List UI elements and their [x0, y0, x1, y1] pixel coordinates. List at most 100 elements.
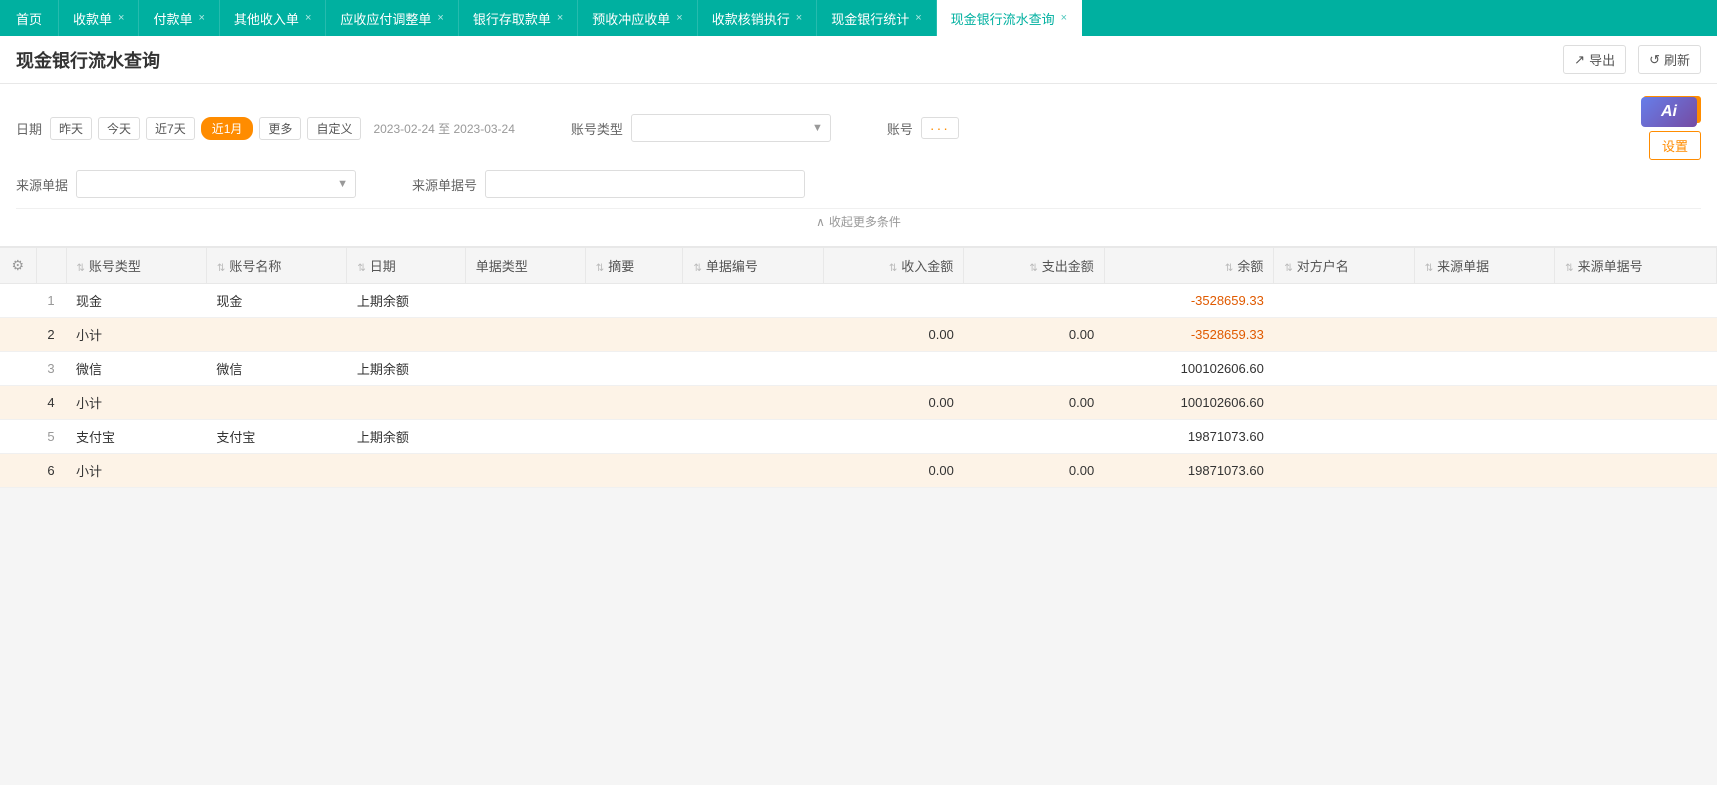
- th-expense[interactable]: ⇅支出金额: [964, 248, 1104, 284]
- row-number: 1: [36, 284, 66, 318]
- nav-home[interactable]: 首页: [0, 0, 59, 36]
- close-icon[interactable]: ×: [557, 12, 563, 24]
- table-header-row: ⚙ ⇅账号类型 ⇅账号名称 ⇅日期 单据类型 ⇅摘要 ⇅单据编号 ⇅收入金额 ⇅…: [0, 248, 1717, 284]
- account-group: 账号 ···: [887, 117, 959, 139]
- nav-tab-6[interactable]: 收款核销执行 ×: [698, 0, 817, 36]
- close-icon[interactable]: ×: [796, 12, 802, 24]
- date-btn-today[interactable]: 今天: [98, 117, 140, 140]
- th-counterpart[interactable]: ⇅对方户名: [1274, 248, 1414, 284]
- nav-tab-0[interactable]: 收款单 ×: [59, 0, 139, 36]
- export-button[interactable]: ↗ 导出: [1563, 45, 1626, 74]
- balance-cell: 19871073.60: [1104, 454, 1274, 488]
- income-cell: 0.00: [823, 386, 963, 420]
- doc-type-cell: [465, 386, 585, 420]
- nav-tab-5[interactable]: 预收冲应收单 ×: [578, 0, 697, 36]
- account-type-cell: 现金: [66, 284, 206, 318]
- date-cell: 上期余额: [347, 352, 465, 386]
- close-icon[interactable]: ×: [305, 12, 311, 24]
- table-row: 2小计0.000.00-3528659.33: [0, 318, 1717, 352]
- nav-tab-3[interactable]: 应收应付调整单 ×: [326, 0, 458, 36]
- nav-tab-7[interactable]: 现金银行统计 ×: [817, 0, 936, 36]
- nav-tab-4[interactable]: 银行存取款单 ×: [459, 0, 578, 36]
- date-btn-1month[interactable]: 近1月: [201, 117, 254, 140]
- expense-cell: [964, 352, 1104, 386]
- close-icon[interactable]: ×: [198, 12, 204, 24]
- th-source-doc[interactable]: ⇅来源单据: [1414, 248, 1554, 284]
- row-number: 4: [36, 386, 66, 420]
- ai-badge[interactable]: Ai: [1641, 97, 1697, 127]
- expense-cell: [964, 284, 1104, 318]
- source-doc-select[interactable]: [76, 170, 356, 198]
- summary-cell: [585, 454, 683, 488]
- close-icon[interactable]: ×: [437, 12, 443, 24]
- source-doc-cell: [1414, 318, 1554, 352]
- source-doc-num-group: 来源单据号: [412, 170, 805, 198]
- nav-tab-1[interactable]: 付款单 ×: [139, 0, 219, 36]
- th-balance[interactable]: ⇅余额: [1104, 248, 1274, 284]
- th-summary[interactable]: ⇅摘要: [585, 248, 683, 284]
- date-cell: [347, 386, 465, 420]
- th-account-name[interactable]: ⇅账号名称: [206, 248, 346, 284]
- date-range-text: 2023-02-24 至 2023-03-24: [373, 120, 514, 137]
- close-icon[interactable]: ×: [676, 12, 682, 24]
- date-btn-more[interactable]: 更多: [259, 117, 301, 140]
- data-table: ⚙ ⇅账号类型 ⇅账号名称 ⇅日期 单据类型 ⇅摘要 ⇅单据编号 ⇅收入金额 ⇅…: [0, 247, 1717, 488]
- doc-no-cell: [683, 352, 823, 386]
- th-doc-no[interactable]: ⇅单据编号: [683, 248, 823, 284]
- account-name-cell: [206, 318, 346, 352]
- data-table-container: ⚙ ⇅账号类型 ⇅账号名称 ⇅日期 单据类型 ⇅摘要 ⇅单据编号 ⇅收入金额 ⇅…: [0, 247, 1717, 488]
- source-doc-num-label: 来源单据号: [412, 175, 477, 194]
- row-number: 2: [36, 318, 66, 352]
- doc-no-cell: [683, 318, 823, 352]
- account-type-cell: 支付宝: [66, 420, 206, 454]
- filter-row-2: 来源单据 ▼ 来源单据号: [16, 170, 1701, 198]
- date-btn-yesterday[interactable]: 昨天: [50, 117, 92, 140]
- account-name-cell: 支付宝: [206, 420, 346, 454]
- gear-icon[interactable]: ⚙: [11, 257, 24, 273]
- account-type-cell: 小计: [66, 454, 206, 488]
- nav-tab-2[interactable]: 其他收入单 ×: [220, 0, 326, 36]
- source-doc-no-cell: [1555, 352, 1717, 386]
- row-number: 3: [36, 352, 66, 386]
- account-type-select[interactable]: [631, 114, 831, 142]
- refresh-button[interactable]: ↺ 刷新: [1638, 45, 1701, 74]
- date-btn-7days[interactable]: 近7天: [146, 117, 195, 140]
- account-name-cell: [206, 386, 346, 420]
- close-icon[interactable]: ×: [1061, 12, 1067, 24]
- table-row: 3微信微信上期余额100102606.60: [0, 352, 1717, 386]
- settings-button[interactable]: 设置: [1649, 131, 1701, 160]
- th-source-doc-no[interactable]: ⇅来源单据号: [1555, 248, 1717, 284]
- summary-cell: [585, 284, 683, 318]
- expense-cell: 0.00: [964, 318, 1104, 352]
- source-doc-no-cell: [1555, 318, 1717, 352]
- date-btn-custom[interactable]: 自定义: [307, 117, 361, 140]
- date-cell: 上期余额: [347, 420, 465, 454]
- doc-type-cell: [465, 352, 585, 386]
- nav-tab-8[interactable]: 现金银行流水查询 ×: [937, 0, 1082, 36]
- income-cell: 0.00: [823, 454, 963, 488]
- account-name-cell: 微信: [206, 352, 346, 386]
- th-income[interactable]: ⇅收入金额: [823, 248, 963, 284]
- sort-icon: ⇅: [596, 263, 604, 274]
- counterpart-cell: [1274, 352, 1414, 386]
- row-number: 6: [36, 454, 66, 488]
- doc-type-cell: [465, 284, 585, 318]
- th-account-type[interactable]: ⇅账号类型: [66, 248, 206, 284]
- balance-cell: 19871073.60: [1104, 420, 1274, 454]
- close-icon[interactable]: ×: [118, 12, 124, 24]
- source-doc-cell: [1414, 284, 1554, 318]
- table-body: 1现金现金上期余额-3528659.332小计0.000.00-3528659.…: [0, 284, 1717, 488]
- source-doc-num-input[interactable]: [485, 170, 805, 198]
- account-ellipsis-button[interactable]: ···: [921, 117, 959, 139]
- close-icon[interactable]: ×: [915, 12, 921, 24]
- date-label: 日期: [16, 119, 42, 138]
- date-filter-group: 日期 昨天 今天 近7天 近1月 更多 自定义 2023-02-24 至 202…: [16, 117, 515, 140]
- sort-icon: ⇅: [693, 263, 701, 274]
- source-doc-no-cell: [1555, 284, 1717, 318]
- filter-area: 日期 昨天 今天 近7天 近1月 更多 自定义 2023-02-24 至 202…: [0, 84, 1717, 247]
- sort-icon: ⇅: [1029, 263, 1037, 274]
- source-doc-cell: [1414, 420, 1554, 454]
- counterpart-cell: [1274, 386, 1414, 420]
- collapse-bar[interactable]: ∧ 收起更多条件: [16, 208, 1701, 234]
- th-date[interactable]: ⇅日期: [347, 248, 465, 284]
